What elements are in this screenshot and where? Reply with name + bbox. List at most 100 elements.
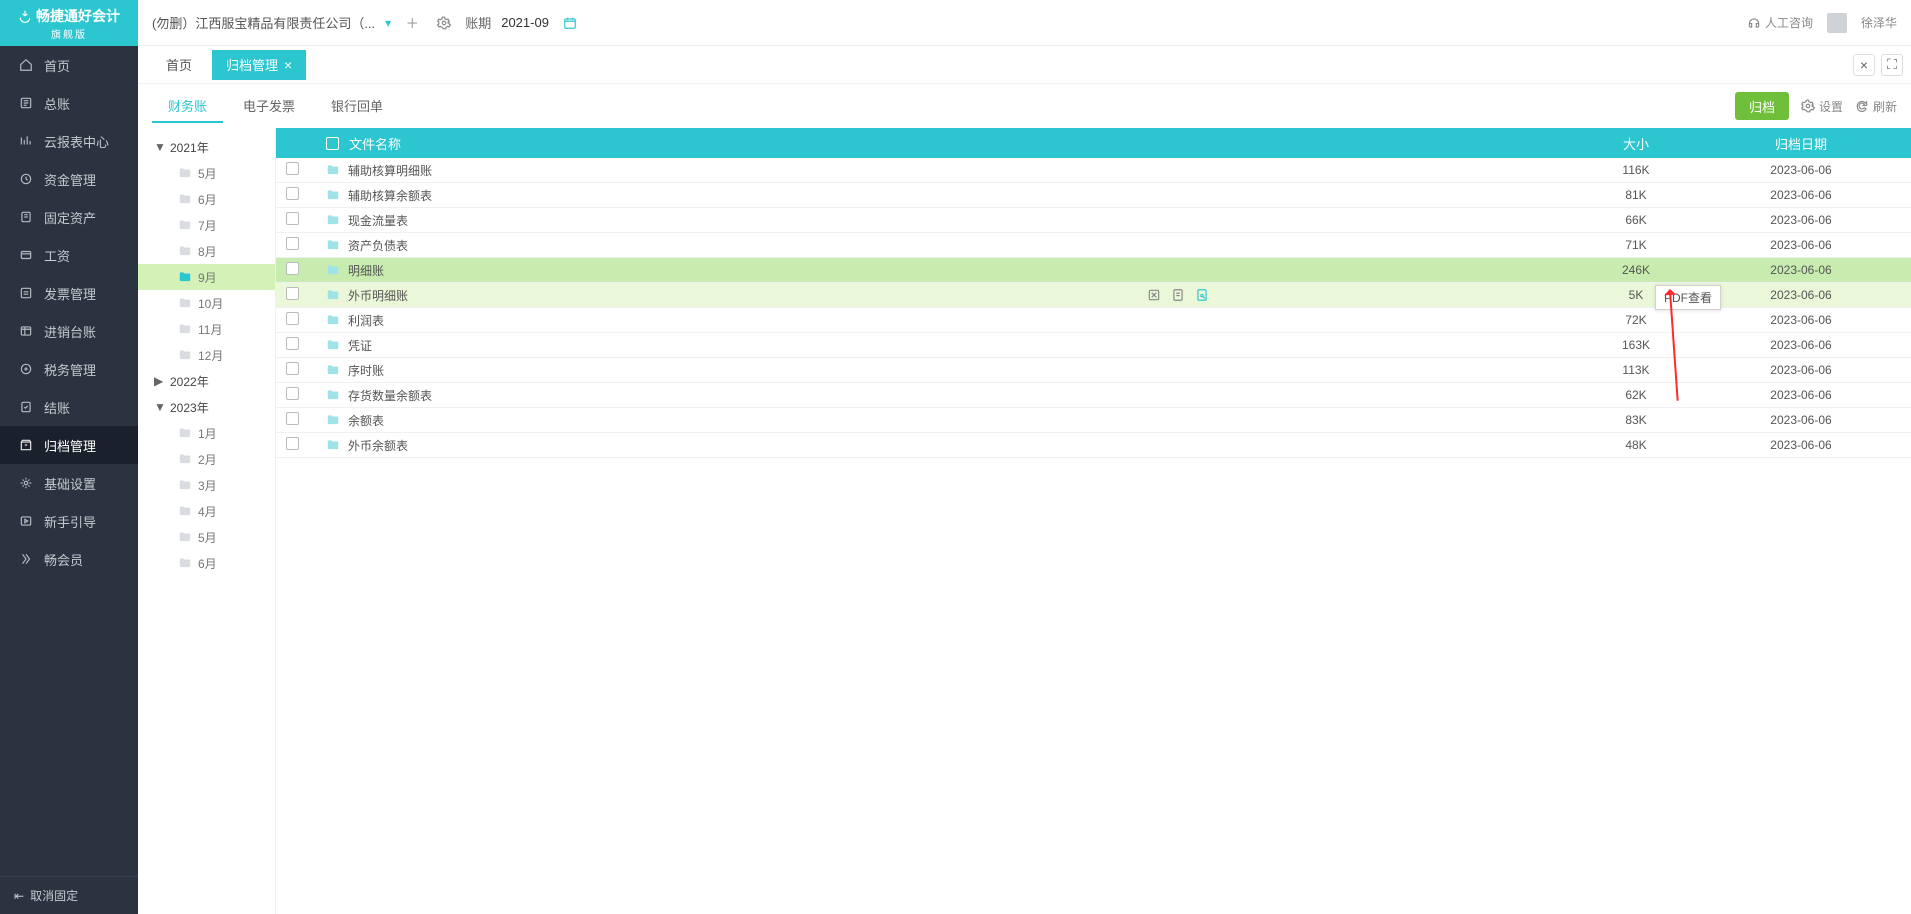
row-checkbox[interactable] [286, 237, 299, 250]
select-all-checkbox[interactable] [326, 137, 339, 150]
nav-icon [18, 399, 34, 415]
refresh-label: 刷新 [1873, 98, 1897, 115]
nav-item-9[interactable]: 结账 [0, 388, 138, 426]
tree-month[interactable]: 4月 [138, 498, 275, 524]
brand-edition: 旗舰版 [51, 26, 87, 41]
row-checkbox[interactable] [286, 387, 299, 400]
tree-month[interactable]: 8月 [138, 238, 275, 264]
download-excel-icon[interactable] [1145, 286, 1163, 304]
row-checkbox[interactable] [286, 437, 299, 450]
month-label: 5月 [198, 529, 217, 546]
table-row[interactable]: 明细账246K2023-06-06 [276, 258, 1911, 283]
fullscreen-button[interactable]: ⛶ [1881, 54, 1903, 76]
row-checkbox[interactable] [286, 212, 299, 225]
tree-month[interactable]: 3月 [138, 472, 275, 498]
nav-icon [18, 285, 34, 301]
nav-item-11[interactable]: 基础设置 [0, 464, 138, 502]
nav-item-4[interactable]: 固定资产 [0, 198, 138, 236]
row-checkbox[interactable] [286, 187, 299, 200]
row-checkbox[interactable] [286, 262, 299, 275]
nav-item-6[interactable]: 发票管理 [0, 274, 138, 312]
table-row[interactable]: 凭证163K2023-06-06 [276, 333, 1911, 358]
view-pdf-icon[interactable] [1193, 286, 1211, 304]
archive-date: 2023-06-06 [1701, 363, 1901, 377]
brand-name: 畅捷通好会计 [36, 6, 120, 26]
tree-month[interactable]: 6月 [138, 186, 275, 212]
table-row[interactable]: 辅助核算明细账116K2023-06-06 [276, 158, 1911, 183]
month-label: 3月 [198, 477, 217, 494]
nav-item-3[interactable]: 资金管理 [0, 160, 138, 198]
folder-icon [326, 413, 340, 427]
tab-1[interactable]: 归档管理× [212, 50, 306, 80]
tree-year[interactable]: ▼2021年 [138, 134, 275, 160]
file-name: 外币明细账 [348, 287, 408, 304]
row-checkbox[interactable] [286, 362, 299, 375]
table-row[interactable]: 辅助核算余额表81K2023-06-06 [276, 183, 1911, 208]
tab-0[interactable]: 首页 [152, 50, 206, 80]
table-row[interactable]: 序时账113K2023-06-06 [276, 358, 1911, 383]
nav-item-1[interactable]: 总账 [0, 84, 138, 122]
tree-month[interactable]: 5月 [138, 524, 275, 550]
sub-tab-2[interactable]: 银行回单 [315, 89, 399, 123]
add-icon[interactable]: ＋ [401, 12, 423, 34]
gear-icon[interactable] [433, 12, 455, 34]
tree-month[interactable]: 9月 [138, 264, 275, 290]
table-row[interactable]: 余额表83K2023-06-06 [276, 408, 1911, 433]
tree-year[interactable]: ▼2023年 [138, 394, 275, 420]
tree-month[interactable]: 7月 [138, 212, 275, 238]
table-row[interactable]: 现金流量表66K2023-06-06 [276, 208, 1911, 233]
tree-month[interactable]: 11月 [138, 316, 275, 342]
user-name[interactable]: 徐泽华 [1861, 14, 1897, 31]
unpin-button[interactable]: ⇤ 取消固定 [0, 876, 138, 914]
period-label: 账期 [465, 13, 491, 32]
archive-button[interactable]: 归档 [1735, 92, 1789, 120]
refresh-button[interactable]: 刷新 [1855, 98, 1897, 115]
tree-month[interactable]: 12月 [138, 342, 275, 368]
brand: 畅捷通好会计 旗舰版 [0, 0, 138, 46]
tree-month[interactable]: 2月 [138, 446, 275, 472]
sub-tab-0[interactable]: 财务账 [152, 89, 223, 123]
row-checkbox[interactable] [286, 337, 299, 350]
table-row[interactable]: 存货数量余额表62K2023-06-06 [276, 383, 1911, 408]
folder-icon [178, 296, 192, 310]
consult-button[interactable]: 人工咨询 [1747, 14, 1813, 31]
nav-item-8[interactable]: 税务管理 [0, 350, 138, 388]
row-checkbox[interactable] [286, 412, 299, 425]
sub-tab-1[interactable]: 电子发票 [227, 89, 311, 123]
nav-item-13[interactable]: 畅会员 [0, 540, 138, 578]
gear-icon [1801, 99, 1815, 113]
table-row[interactable]: 利润表72K2023-06-06 [276, 308, 1911, 333]
table-row[interactable]: 资产负债表71K2023-06-06 [276, 233, 1911, 258]
nav-item-0[interactable]: 首页 [0, 46, 138, 84]
close-tab-button[interactable]: × [1853, 54, 1875, 76]
avatar[interactable] [1827, 13, 1847, 33]
row-checkbox[interactable] [286, 162, 299, 175]
table-row[interactable]: 外币余额表48K2023-06-06 [276, 433, 1911, 458]
nav-item-10[interactable]: 归档管理 [0, 426, 138, 464]
period-value[interactable]: 2021-09 [501, 15, 549, 30]
close-icon[interactable]: × [284, 57, 292, 73]
tree-month[interactable]: 6月 [138, 550, 275, 576]
row-checkbox[interactable] [286, 287, 299, 300]
tree-month[interactable]: 5月 [138, 160, 275, 186]
file-size: 83K [1571, 413, 1701, 427]
nav-label: 归档管理 [44, 436, 96, 455]
row-checkbox[interactable] [286, 312, 299, 325]
tree-month[interactable]: 10月 [138, 290, 275, 316]
chevron-down-icon[interactable]: ▾ [385, 16, 391, 30]
tree-month[interactable]: 1月 [138, 420, 275, 446]
table-header: 文件名称 大小 归档日期 [276, 128, 1911, 158]
nav-item-2[interactable]: 云报表中心 [0, 122, 138, 160]
file-size: 113K [1571, 363, 1701, 377]
sidebar: 畅捷通好会计 旗舰版 首页总账云报表中心资金管理固定资产工资发票管理进销台账税务… [0, 0, 138, 914]
nav-item-5[interactable]: 工资 [0, 236, 138, 274]
download-pdf-icon[interactable] [1169, 286, 1187, 304]
calendar-icon[interactable] [559, 12, 581, 34]
month-label: 7月 [198, 217, 217, 234]
org-selector[interactable]: (勿删）江西服宝精品有限责任公司（... [152, 13, 375, 32]
folder-icon [326, 238, 340, 252]
settings-button[interactable]: 设置 [1801, 98, 1843, 115]
nav-item-12[interactable]: 新手引导 [0, 502, 138, 540]
tree-year[interactable]: ▶2022年 [138, 368, 275, 394]
nav-item-7[interactable]: 进销台账 [0, 312, 138, 350]
